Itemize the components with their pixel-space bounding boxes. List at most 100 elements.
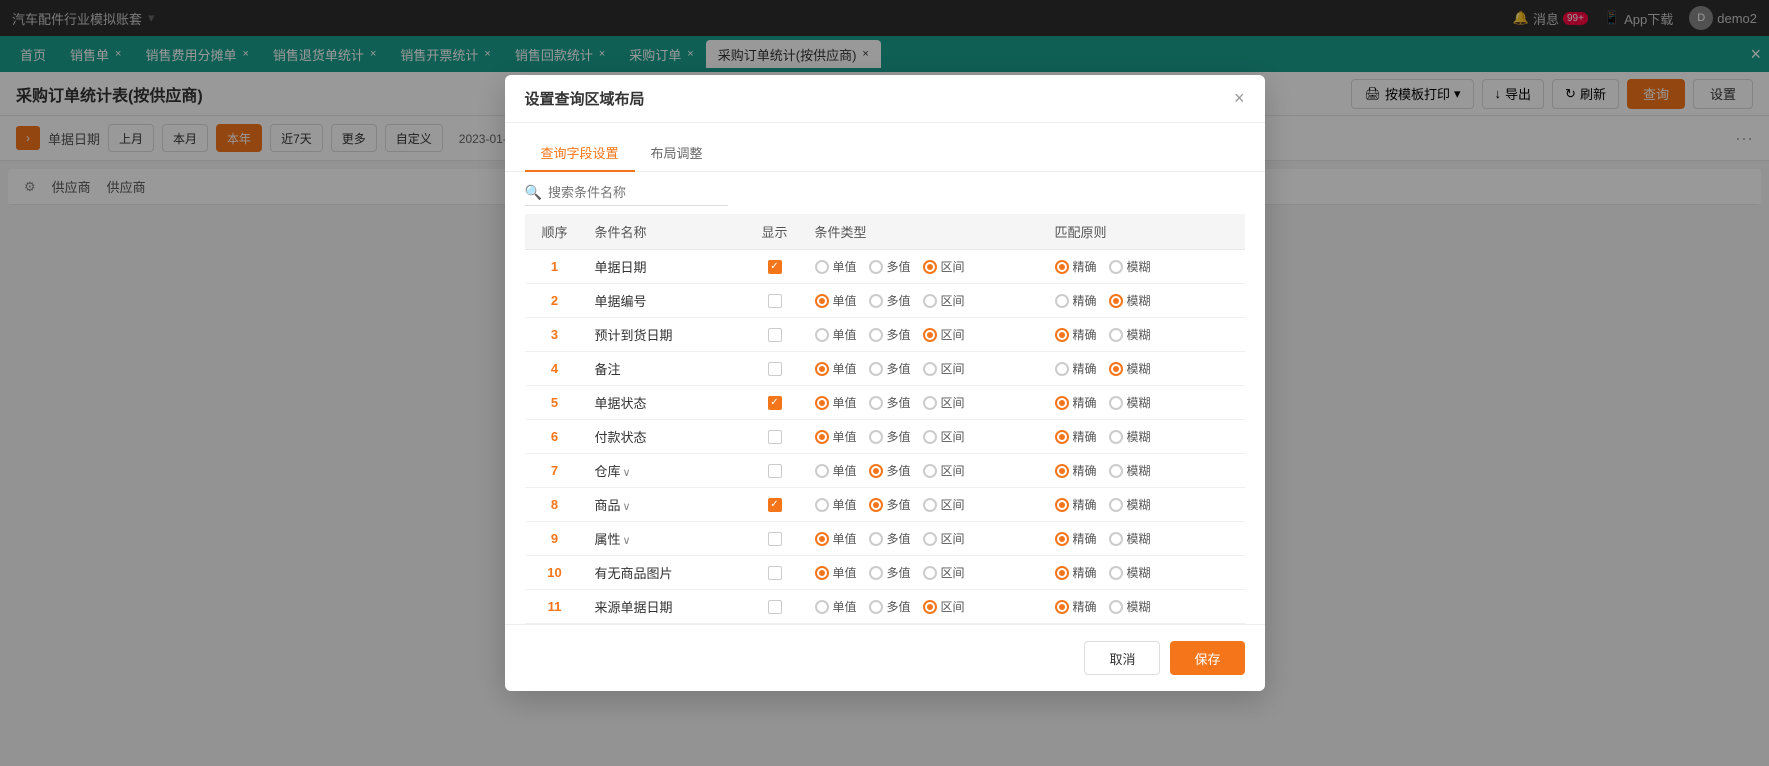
match-radio-精确[interactable]: 精确 — [1055, 428, 1097, 445]
match-radio-模糊[interactable]: 模糊 — [1109, 394, 1151, 411]
match-radio-模糊[interactable]: 模糊 — [1109, 428, 1151, 445]
row-seq: 2 — [525, 284, 585, 318]
type-radio-多值[interactable]: 多值 — [869, 462, 911, 479]
match-radio-模糊[interactable]: 模糊 — [1109, 292, 1151, 309]
match-radio-模糊[interactable]: 模糊 — [1109, 564, 1151, 581]
match-radio-精确[interactable]: 精确 — [1055, 564, 1097, 581]
row-seq: 11 — [525, 590, 585, 624]
row-display[interactable]: ✓ — [745, 386, 805, 420]
type-radio-多值[interactable]: 多值 — [869, 394, 911, 411]
search-input-wrap: 🔍 — [525, 184, 728, 206]
row-display[interactable] — [745, 590, 805, 624]
table-row: 7仓库∨单值多值区间精确模糊 — [525, 454, 1245, 488]
display-checkbox[interactable] — [768, 464, 782, 478]
display-checkbox[interactable] — [768, 430, 782, 444]
display-checkbox[interactable] — [768, 328, 782, 342]
match-radio-模糊[interactable]: 模糊 — [1109, 258, 1151, 275]
row-seq: 8 — [525, 488, 585, 522]
type-radio-区间[interactable]: 区间 — [923, 496, 965, 513]
row-type: 单值多值区间 — [805, 454, 1045, 488]
row-display[interactable]: ✓ — [745, 250, 805, 284]
type-radio-区间[interactable]: 区间 — [923, 394, 965, 411]
cancel-button[interactable]: 取消 — [1084, 641, 1160, 675]
match-radio-模糊[interactable]: 模糊 — [1109, 530, 1151, 547]
match-radio-精确[interactable]: 精确 — [1055, 496, 1097, 513]
match-radio-精确[interactable]: 精确 — [1055, 462, 1097, 479]
match-radio-精确[interactable]: 精确 — [1055, 394, 1097, 411]
row-display[interactable] — [745, 556, 805, 590]
type-radio-单值[interactable]: 单值 — [815, 258, 857, 275]
row-name: 备注 — [585, 352, 745, 386]
type-radio-区间[interactable]: 区间 — [923, 564, 965, 581]
type-radio-单值[interactable]: 单值 — [815, 428, 857, 445]
type-radio-区间[interactable]: 区间 — [923, 428, 965, 445]
display-checkbox[interactable] — [768, 294, 782, 308]
type-radio-区间[interactable]: 区间 — [923, 326, 965, 343]
type-radio-单值[interactable]: 单值 — [815, 462, 857, 479]
match-radio-模糊[interactable]: 模糊 — [1109, 326, 1151, 343]
row-display[interactable] — [745, 284, 805, 318]
row-display[interactable]: ✓ — [745, 488, 805, 522]
type-radio-单值[interactable]: 单值 — [815, 530, 857, 547]
dialog-tab-query[interactable]: 查询字段设置 — [525, 135, 635, 172]
match-radio-模糊[interactable]: 模糊 — [1109, 598, 1151, 615]
dialog-header: 设置查询区域布局 × — [505, 75, 1265, 123]
type-radio-区间[interactable]: 区间 — [923, 462, 965, 479]
row-display[interactable] — [745, 352, 805, 386]
col-type: 条件类型 — [805, 214, 1045, 250]
match-radio-模糊[interactable]: 模糊 — [1109, 462, 1151, 479]
match-radio-精确[interactable]: 精确 — [1055, 292, 1097, 309]
col-seq: 顺序 — [525, 214, 585, 250]
table-row: 6付款状态单值多值区间精确模糊 — [525, 420, 1245, 454]
type-radio-单值[interactable]: 单值 — [815, 326, 857, 343]
match-radio-精确[interactable]: 精确 — [1055, 326, 1097, 343]
match-radio-模糊[interactable]: 模糊 — [1109, 360, 1151, 377]
type-radio-多值[interactable]: 多值 — [869, 496, 911, 513]
type-radio-多值[interactable]: 多值 — [869, 598, 911, 615]
type-radio-多值[interactable]: 多值 — [869, 292, 911, 309]
save-button[interactable]: 保存 — [1170, 641, 1244, 675]
row-display[interactable] — [745, 522, 805, 556]
type-radio-区间[interactable]: 区间 — [923, 598, 965, 615]
display-checkbox[interactable] — [768, 566, 782, 580]
type-radio-多值[interactable]: 多值 — [869, 326, 911, 343]
row-seq: 5 — [525, 386, 585, 420]
display-checkbox[interactable] — [768, 362, 782, 376]
type-radio-多值[interactable]: 多值 — [869, 258, 911, 275]
row-display[interactable] — [745, 454, 805, 488]
type-radio-多值[interactable]: 多值 — [869, 564, 911, 581]
type-radio-多值[interactable]: 多值 — [869, 360, 911, 377]
display-checkbox[interactable]: ✓ — [768, 396, 782, 410]
row-display[interactable] — [745, 318, 805, 352]
display-checkbox[interactable]: ✓ — [768, 260, 782, 274]
match-radio-模糊[interactable]: 模糊 — [1109, 496, 1151, 513]
row-match: 精确模糊 — [1045, 250, 1245, 284]
type-radio-单值[interactable]: 单值 — [815, 360, 857, 377]
match-radio-精确[interactable]: 精确 — [1055, 258, 1097, 275]
type-radio-区间[interactable]: 区间 — [923, 292, 965, 309]
type-radio-区间[interactable]: 区间 — [923, 530, 965, 547]
type-radio-多值[interactable]: 多值 — [869, 530, 911, 547]
match-radio-精确[interactable]: 精确 — [1055, 360, 1097, 377]
row-type: 单值多值区间 — [805, 318, 1045, 352]
type-radio-单值[interactable]: 单值 — [815, 394, 857, 411]
display-checkbox[interactable] — [768, 532, 782, 546]
type-radio-单值[interactable]: 单值 — [815, 292, 857, 309]
type-radio-区间[interactable]: 区间 — [923, 360, 965, 377]
row-display[interactable] — [745, 420, 805, 454]
type-radio-区间[interactable]: 区间 — [923, 258, 965, 275]
display-checkbox[interactable] — [768, 600, 782, 614]
row-name: 单据日期 — [585, 250, 745, 284]
row-seq: 7 — [525, 454, 585, 488]
match-radio-精确[interactable]: 精确 — [1055, 530, 1097, 547]
row-seq: 10 — [525, 556, 585, 590]
type-radio-单值[interactable]: 单值 — [815, 564, 857, 581]
search-input[interactable] — [548, 185, 728, 200]
match-radio-精确[interactable]: 精确 — [1055, 598, 1097, 615]
type-radio-单值[interactable]: 单值 — [815, 598, 857, 615]
dialog-tab-layout[interactable]: 布局调整 — [635, 135, 719, 172]
type-radio-多值[interactable]: 多值 — [869, 428, 911, 445]
dialog-close-button[interactable]: × — [1234, 88, 1245, 109]
display-checkbox[interactable]: ✓ — [768, 498, 782, 512]
type-radio-单值[interactable]: 单值 — [815, 496, 857, 513]
